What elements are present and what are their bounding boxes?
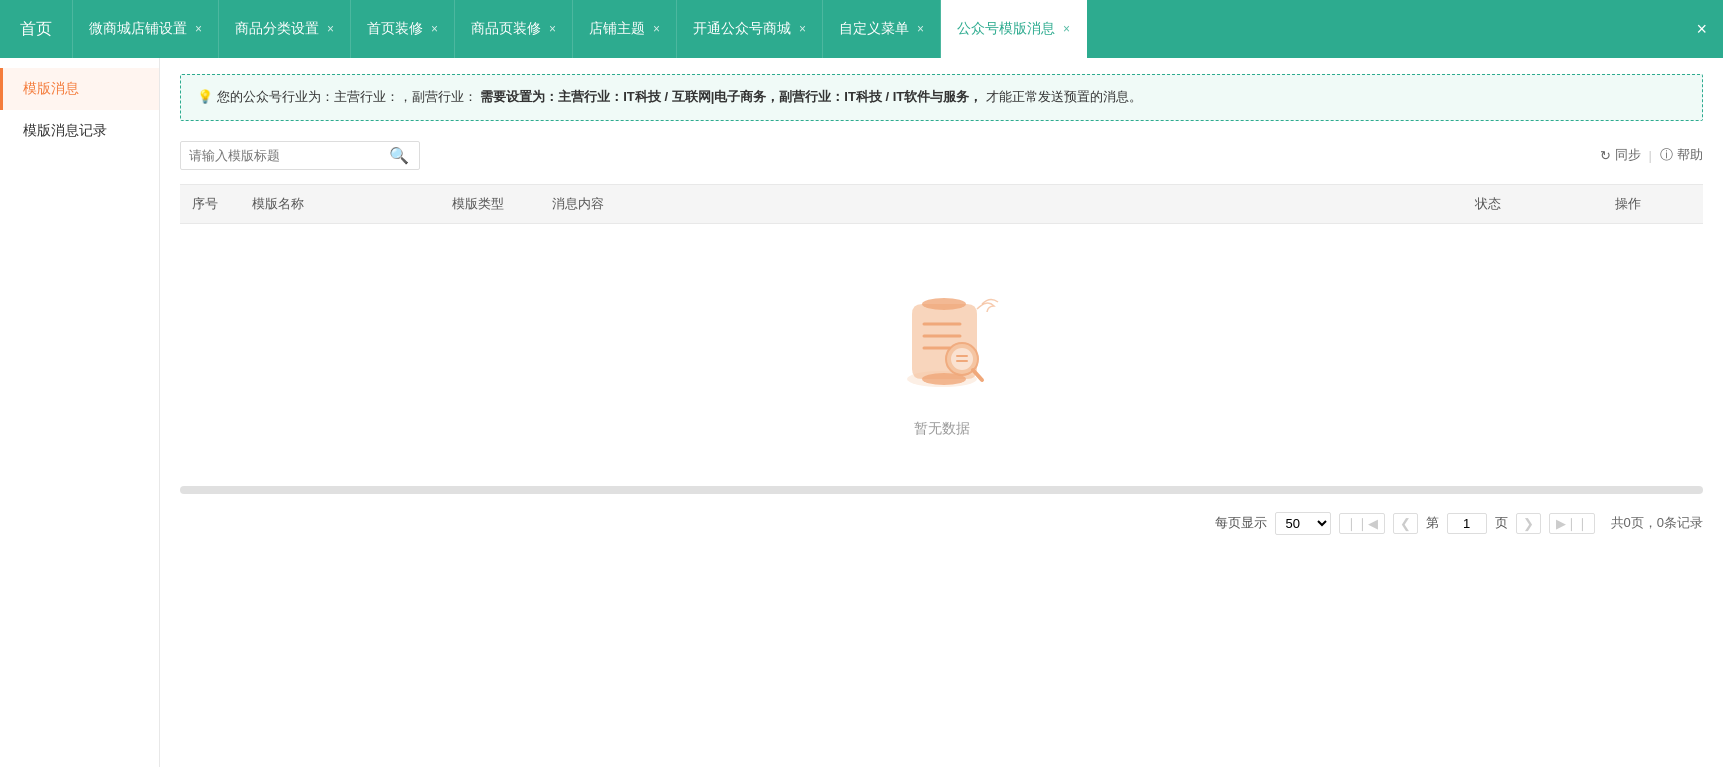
tab-category[interactable]: 商品分类设置 × bbox=[219, 0, 351, 58]
pagination-row: 每页显示 50 20 100 ❘❘◀ ❮ 第 页 ❯ ▶❘❘ 共0页，0条记录 bbox=[180, 502, 1703, 539]
tab-template-msg[interactable]: 公众号模版消息 × bbox=[941, 0, 1087, 58]
page-label: 第 bbox=[1426, 514, 1439, 532]
close-icon[interactable]: × bbox=[917, 22, 924, 36]
col-status: 状态 bbox=[1463, 184, 1603, 223]
sidebar-item-template-msg-record[interactable]: 模版消息记录 bbox=[0, 110, 159, 152]
per-page-label: 每页显示 bbox=[1215, 514, 1267, 532]
sync-icon: ↻ bbox=[1600, 148, 1611, 163]
last-page-button[interactable]: ▶❘❘ bbox=[1549, 513, 1595, 534]
search-row: 🔍 ↻ 同步 | ⓘ 帮助 bbox=[180, 141, 1703, 170]
empty-row: 暂无数据 bbox=[180, 223, 1703, 478]
notice-text-after: 才能正常发送预置的消息。 bbox=[986, 89, 1142, 104]
tab-product-decor[interactable]: 商品页装修 × bbox=[455, 0, 573, 58]
tab-shop-settings[interactable]: 微商城店铺设置 × bbox=[73, 0, 219, 58]
sidebar-item-template-msg[interactable]: 模版消息 bbox=[0, 68, 159, 110]
sidebar-item-template-msg-label: 模版消息 bbox=[23, 80, 79, 96]
table-header-row: 序号 模版名称 模版类型 消息内容 状态 操作 bbox=[180, 184, 1703, 223]
col-actions: 操作 bbox=[1603, 184, 1703, 223]
main-layout: 模版消息 模版消息记录 💡 您的公众号行业为：主营行业：，副营行业： 需要设置为… bbox=[0, 58, 1723, 767]
page-unit: 页 bbox=[1495, 514, 1508, 532]
tab-theme[interactable]: 店铺主题 × bbox=[573, 0, 677, 58]
close-icon[interactable]: × bbox=[549, 22, 556, 36]
col-index: 序号 bbox=[180, 184, 240, 223]
tab-custom-menu[interactable]: 自定义菜单 × bbox=[823, 0, 941, 58]
close-all-button[interactable]: × bbox=[1680, 19, 1723, 40]
tab-open-mall-label: 开通公众号商城 bbox=[693, 20, 791, 38]
search-input-wrap[interactable]: 🔍 bbox=[180, 141, 420, 170]
tab-home-decor-label: 首页装修 bbox=[367, 20, 423, 38]
search-input[interactable] bbox=[189, 148, 389, 163]
content-area: 💡 您的公众号行业为：主营行业：，副营行业： 需要设置为：主营行业：IT科技 /… bbox=[160, 58, 1723, 767]
prev-page-button[interactable]: ❮ bbox=[1393, 513, 1418, 534]
search-icon[interactable]: 🔍 bbox=[389, 146, 409, 165]
tab-shop-settings-label: 微商城店铺设置 bbox=[89, 20, 187, 38]
sidebar: 模版消息 模版消息记录 bbox=[0, 58, 160, 767]
first-page-button[interactable]: ❘❘◀ bbox=[1339, 513, 1385, 534]
empty-text: 暂无数据 bbox=[914, 420, 970, 438]
sync-label: 同步 bbox=[1615, 146, 1641, 164]
close-icon[interactable]: × bbox=[799, 22, 806, 36]
tab-open-mall[interactable]: 开通公众号商城 × bbox=[677, 0, 823, 58]
close-icon[interactable]: × bbox=[431, 22, 438, 36]
help-label: 帮助 bbox=[1677, 146, 1703, 164]
empty-illustration bbox=[882, 284, 1002, 404]
sidebar-item-template-msg-record-label: 模版消息记录 bbox=[23, 122, 107, 138]
close-icon[interactable]: × bbox=[653, 22, 660, 36]
toolbar-divider: | bbox=[1649, 148, 1652, 163]
per-page-select[interactable]: 50 20 100 bbox=[1275, 512, 1331, 535]
tab-home[interactable]: 首页 bbox=[0, 0, 73, 58]
tab-category-label: 商品分类设置 bbox=[235, 20, 319, 38]
help-button[interactable]: ⓘ 帮助 bbox=[1660, 146, 1703, 164]
tab-product-decor-label: 商品页装修 bbox=[471, 20, 541, 38]
page-input[interactable] bbox=[1447, 513, 1487, 534]
notice-text-before: 您的公众号行业为：主营行业：，副营行业： bbox=[217, 89, 477, 104]
sync-button[interactable]: ↻ 同步 bbox=[1600, 146, 1641, 164]
toolbar-right: ↻ 同步 | ⓘ 帮助 bbox=[1600, 146, 1703, 164]
next-page-button[interactable]: ❯ bbox=[1516, 513, 1541, 534]
notice-text-highlight: 需要设置为：主营行业：IT科技 / 互联网|电子商务，副营行业：IT科技 / I… bbox=[480, 89, 982, 104]
empty-state: 暂无数据 bbox=[180, 224, 1703, 478]
close-icon[interactable]: × bbox=[195, 22, 202, 36]
svg-point-7 bbox=[951, 348, 973, 370]
help-icon: ⓘ bbox=[1660, 146, 1673, 164]
tab-home-decor[interactable]: 首页装修 × bbox=[351, 0, 455, 58]
svg-point-1 bbox=[922, 298, 966, 310]
tab-home-label: 首页 bbox=[20, 19, 52, 40]
tab-custom-menu-label: 自定义菜单 bbox=[839, 20, 909, 38]
col-type: 模版类型 bbox=[440, 184, 540, 223]
total-label: 共0页，0条记录 bbox=[1611, 514, 1703, 532]
data-table: 序号 模版名称 模版类型 消息内容 状态 操作 bbox=[180, 184, 1703, 478]
col-name: 模版名称 bbox=[240, 184, 440, 223]
col-content: 消息内容 bbox=[540, 184, 1463, 223]
close-icon[interactable]: × bbox=[327, 22, 334, 36]
close-icon[interactable]: × bbox=[1063, 22, 1070, 36]
tab-theme-label: 店铺主题 bbox=[589, 20, 645, 38]
horizontal-scrollbar[interactable] bbox=[180, 486, 1703, 494]
tab-template-msg-label: 公众号模版消息 bbox=[957, 20, 1055, 38]
notice-box: 💡 您的公众号行业为：主营行业：，副营行业： 需要设置为：主营行业：IT科技 /… bbox=[180, 74, 1703, 121]
notice-icon: 💡 bbox=[197, 89, 213, 104]
tab-bar: 首页 微商城店铺设置 × 商品分类设置 × 首页装修 × 商品页装修 × 店铺主… bbox=[0, 0, 1723, 58]
